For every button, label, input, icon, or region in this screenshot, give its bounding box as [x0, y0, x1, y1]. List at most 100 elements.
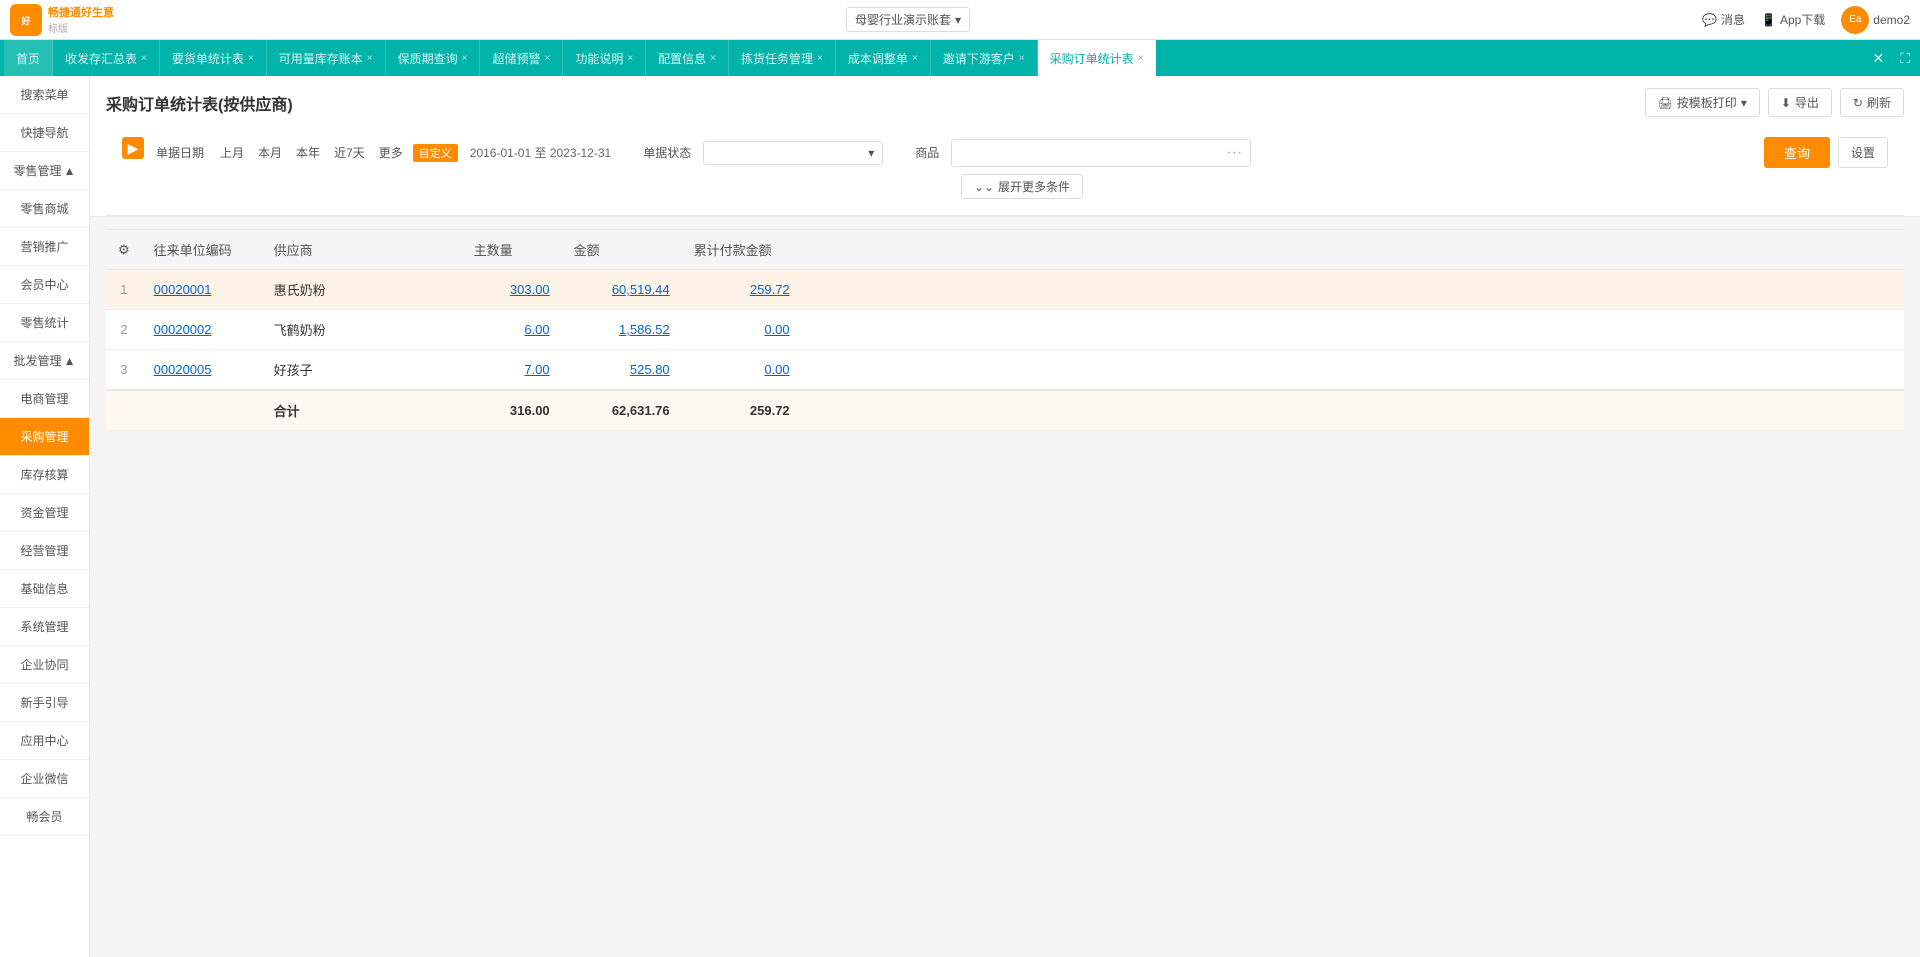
- user-menu[interactable]: Ea demo2: [1841, 6, 1910, 34]
- tab-邀请下游客户[interactable]: 邀请下游客户 ×: [931, 40, 1038, 76]
- tab-home[interactable]: 首页: [4, 40, 53, 76]
- phone-icon: 📱: [1761, 13, 1776, 27]
- tab-功能说明[interactable]: 功能说明 ×: [563, 40, 646, 76]
- export-btn[interactable]: ⬇ 导出: [1768, 88, 1832, 117]
- tab-要货单统计表[interactable]: 要货单统计表 ×: [160, 40, 267, 76]
- row-paid: 0.00: [682, 350, 802, 391]
- print-btn[interactable]: 🖨 按模板打印 ▾: [1645, 88, 1760, 117]
- sidebar-item-vip[interactable]: 畅会员: [0, 798, 89, 836]
- row-qty: 6.00: [462, 310, 562, 350]
- gear-icon[interactable]: ⚙: [118, 242, 130, 257]
- table-row: 2 00020002 飞鹤奶粉 6.00 1,586.52 0.00: [106, 310, 1904, 350]
- sidebar-item-retail-mall[interactable]: 零售商城: [0, 190, 89, 228]
- row-index: 3: [106, 350, 142, 391]
- close-icon[interactable]: ×: [1019, 53, 1025, 64]
- th-supplier: 供应商: [262, 230, 462, 270]
- table-row: 1 00020001 惠氏奶粉 303.00 60,519.44 259.72: [106, 270, 1904, 310]
- close-icon[interactable]: ×: [141, 53, 147, 64]
- sidebar-item-app-center[interactable]: 应用中心: [0, 722, 89, 760]
- sidebar-item-wechat[interactable]: 企业微信: [0, 760, 89, 798]
- workspace-selector[interactable]: 母婴行业演示账套 ▾: [846, 7, 970, 32]
- logo-text: 畅捷通好生意 标版: [48, 4, 114, 35]
- message-icon: 💬: [1702, 13, 1717, 27]
- close-icon[interactable]: ×: [912, 53, 918, 64]
- footer-gear: [106, 390, 142, 431]
- message-btn[interactable]: 💬 消息: [1702, 11, 1745, 28]
- close-icon[interactable]: ×: [367, 53, 373, 64]
- row-qty: 7.00: [462, 350, 562, 391]
- sidebar-item-ecommerce[interactable]: 电商管理: [0, 380, 89, 418]
- shortcut-this-year[interactable]: 本年: [292, 142, 324, 163]
- top-bar: 好 畅捷通好生意 标版 母婴行业演示账套 ▾ 💬 消息 📱 App下载 Ea d…: [0, 0, 1920, 40]
- sidebar-item-inventory[interactable]: 库存核算: [0, 456, 89, 494]
- date-label: 单据日期: [156, 144, 204, 161]
- tab-成本调整单[interactable]: 成本调整单 ×: [836, 40, 931, 76]
- close-icon[interactable]: ×: [817, 53, 823, 64]
- tab-可用量库存账本[interactable]: 可用量库存账本 ×: [267, 40, 386, 76]
- data-table: ⚙ 往来单位编码 供应商 主数量 金额: [106, 229, 1904, 431]
- close-icon[interactable]: ×: [710, 53, 716, 64]
- sidebar-item-marketing[interactable]: 营销推广: [0, 228, 89, 266]
- sidebar-item-finance[interactable]: 资金管理: [0, 494, 89, 532]
- th-gear: ⚙: [106, 230, 142, 270]
- footer-amount: 62,631.76: [562, 390, 682, 431]
- page-header: 采购订单统计表(按供应商) 🖨 按模板打印 ▾ ⬇ 导出 ↻ 刷新: [90, 76, 1920, 217]
- nav-tabs: 首页 收发存汇总表 × 要货单统计表 × 可用量库存账本 × 保质期查询 × 超…: [0, 40, 1920, 76]
- more-options-icon[interactable]: ···: [1226, 144, 1242, 162]
- row-qty: 303.00: [462, 270, 562, 310]
- sidebar-item-retail-stats[interactable]: 零售统计: [0, 304, 89, 342]
- sidebar-item-retail-mgmt[interactable]: 零售管理 ▲: [0, 152, 89, 190]
- table-row: 3 00020005 好孩子 7.00 525.80 0.00: [106, 350, 1904, 391]
- sidebar-item-newbie[interactable]: 新手引导: [0, 684, 89, 722]
- sidebar-item-basic-info[interactable]: 基础信息: [0, 570, 89, 608]
- date-range: 2016-01-01 至 2023-12-31: [470, 144, 611, 161]
- row-supplier: 惠氏奶粉: [262, 270, 462, 310]
- chevron-icon: ▲: [64, 354, 76, 368]
- row-paid: 259.72: [682, 270, 802, 310]
- tab-收发存汇总表[interactable]: 收发存汇总表 ×: [53, 40, 160, 76]
- settings-button[interactable]: 设置: [1838, 137, 1888, 168]
- tab-保质期查询[interactable]: 保质期查询 ×: [386, 40, 481, 76]
- maximize-btn[interactable]: ⛶: [1894, 46, 1916, 71]
- svg-text:好: 好: [20, 15, 30, 26]
- shortcut-7days[interactable]: 近7天: [330, 142, 369, 163]
- sidebar-item-enterprise[interactable]: 企业协同: [0, 646, 89, 684]
- sidebar-item-member[interactable]: 会员中心: [0, 266, 89, 304]
- sidebar-item-search[interactable]: 搜索菜单: [0, 76, 89, 114]
- tab-拣货任务管理[interactable]: 拣货任务管理 ×: [729, 40, 836, 76]
- shortcut-last-month[interactable]: 上月: [216, 142, 248, 163]
- main-layout: 搜索菜单 快捷导航 零售管理 ▲ 零售商城 营销推广 会员中心 零售统计 批发管…: [0, 76, 1920, 957]
- action-buttons: 查询 设置: [1764, 137, 1888, 168]
- th-amount: 金额: [562, 230, 682, 270]
- query-button[interactable]: 查询: [1764, 137, 1830, 168]
- row-amount: 60,519.44: [562, 270, 682, 310]
- goods-input[interactable]: ···: [951, 139, 1251, 167]
- refresh-btn[interactable]: ↻ 刷新: [1840, 88, 1904, 117]
- logo-icon: 好: [10, 4, 42, 36]
- expand-btn[interactable]: ⌄⌄ 展开更多条件: [961, 174, 1083, 199]
- tab-采购订单统计表[interactable]: 采购订单统计表 ×: [1038, 40, 1157, 76]
- custom-date-tag[interactable]: 自定义: [413, 144, 458, 162]
- close-icon[interactable]: ×: [544, 53, 550, 64]
- th-code: 往来单位编码: [142, 230, 262, 270]
- filter-toggle-btn[interactable]: ▶: [122, 137, 144, 159]
- sidebar-item-quick-nav[interactable]: 快捷导航: [0, 114, 89, 152]
- th-paid: 累计付款金额: [682, 230, 802, 270]
- sidebar-item-wholesale[interactable]: 批发管理 ▲: [0, 342, 89, 380]
- sidebar-item-purchase[interactable]: 采购管理: [0, 418, 89, 456]
- close-icon[interactable]: ×: [462, 53, 468, 64]
- sidebar-item-operations[interactable]: 经营管理: [0, 532, 89, 570]
- row-amount: 1,586.52: [562, 310, 682, 350]
- shortcut-more[interactable]: 更多: [375, 142, 407, 163]
- status-select[interactable]: ▾: [703, 141, 883, 165]
- row-code: 00020002: [142, 310, 262, 350]
- close-window-btn[interactable]: ✕: [1866, 46, 1890, 71]
- close-icon[interactable]: ×: [1138, 53, 1144, 64]
- close-icon[interactable]: ×: [627, 53, 633, 64]
- close-icon[interactable]: ×: [248, 53, 254, 64]
- tab-超储预警[interactable]: 超储预警 ×: [480, 40, 563, 76]
- tab-配置信息[interactable]: 配置信息 ×: [646, 40, 729, 76]
- sidebar-item-system[interactable]: 系统管理: [0, 608, 89, 646]
- shortcut-this-month[interactable]: 本月: [254, 142, 286, 163]
- app-download-btn[interactable]: 📱 App下载: [1761, 11, 1825, 28]
